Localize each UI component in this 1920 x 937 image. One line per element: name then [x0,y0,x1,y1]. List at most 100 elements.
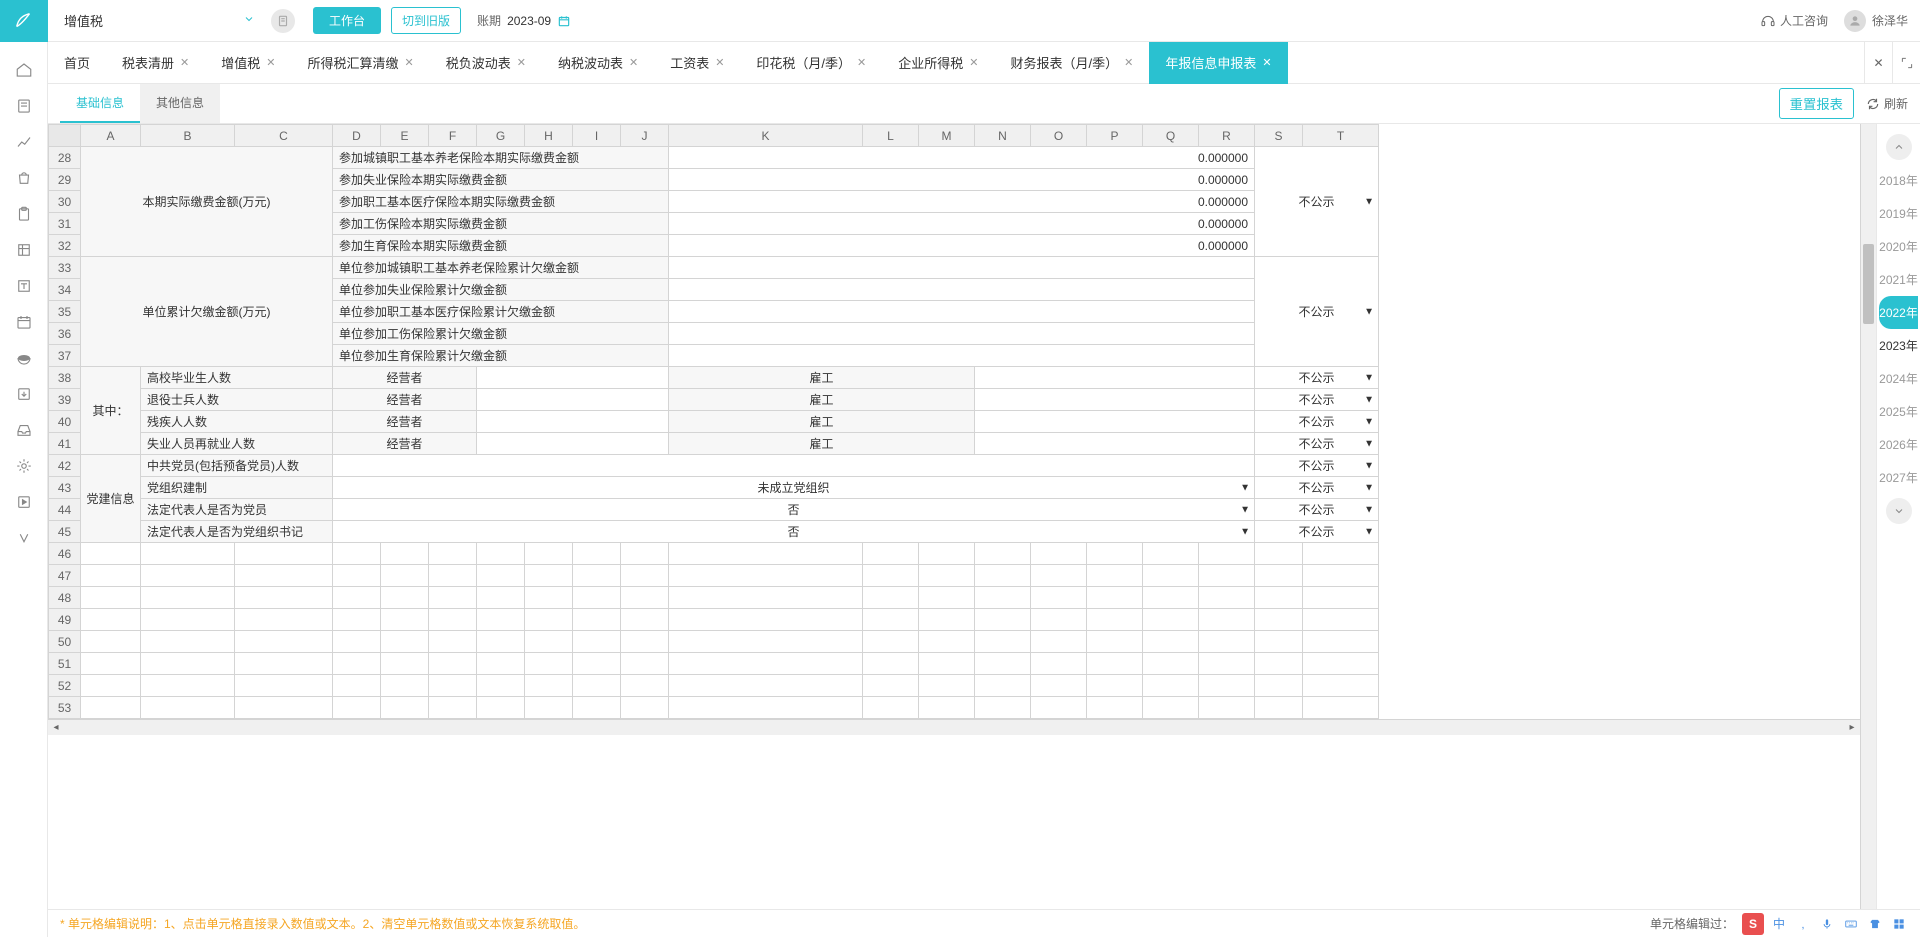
user-menu[interactable]: 徐泽华 [1844,10,1908,32]
switch-version-button[interactable]: 切到旧版 [391,7,461,34]
calendar-icon[interactable] [557,14,571,28]
year-item[interactable]: 2023年 [1879,329,1918,362]
tab-close-icon[interactable]: ✕ [405,56,414,69]
tab-close-icon[interactable]: ✕ [629,56,638,69]
value-cell[interactable] [975,389,1255,411]
publish-cell[interactable]: 不公示▼ [1255,433,1379,455]
nav-chart-icon[interactable] [0,124,48,160]
nav-home-icon[interactable] [0,52,48,88]
value-cell[interactable]: 否▼ [333,521,1255,543]
spreadsheet[interactable]: ABCDEFGHIJKLMNOPQRST28本期实际缴费金额(万元)参加城镇职工… [48,124,1860,909]
ime-keyboard-icon[interactable] [1842,915,1860,933]
value-cell[interactable] [975,367,1255,389]
publish-cell[interactable]: 不公示▼ [1255,455,1379,477]
publish-cell[interactable]: 不公示▼ [1255,389,1379,411]
value-cell[interactable] [477,433,669,455]
tab-item[interactable]: 工资表✕ [654,42,740,84]
nav-calendar-icon[interactable] [0,304,48,340]
tab-close-icon[interactable]: ✕ [857,56,866,69]
reset-report-button[interactable]: 重置报表 [1779,88,1854,119]
value-cell[interactable] [669,345,1255,367]
tab-item[interactable]: 财务报表（月/季）✕ [995,42,1150,84]
tab-item[interactable]: 印花税（月/季）✕ [740,42,882,84]
nav-inbox-icon[interactable] [0,412,48,448]
tab-close-icon[interactable]: ✕ [715,56,724,69]
publish-cell[interactable]: 不公示▼ [1255,521,1379,543]
tab-close-icon[interactable]: ✕ [180,56,189,69]
value-cell[interactable]: 0.000000 [669,213,1255,235]
expand-icon[interactable] [1892,42,1920,84]
year-item[interactable]: 2021年 [1879,263,1918,296]
nav-t-icon[interactable] [0,268,48,304]
year-item[interactable]: 2019年 [1879,197,1918,230]
ime-mic-icon[interactable] [1818,915,1836,933]
vertical-scrollbar[interactable] [1860,124,1876,909]
value-cell[interactable]: 0.000000 [669,235,1255,257]
horizontal-scrollbar[interactable]: ◂▸ [48,719,1860,735]
nav-export-icon[interactable] [0,376,48,412]
value-cell[interactable] [333,455,1255,477]
year-down-icon[interactable] [1886,498,1912,524]
publish-cell[interactable]: 不公示▼ [1255,411,1379,433]
tab-item[interactable]: 年报信息申报表✕ [1149,42,1287,84]
tab-item[interactable]: 增值税✕ [205,42,291,84]
subtab-basic[interactable]: 基础信息 [60,84,140,123]
period-value[interactable]: 2023-09 [507,14,551,28]
value-cell[interactable] [477,367,669,389]
nav-bowl-icon[interactable] [0,340,48,376]
publish-cell[interactable]: 不公示▼ [1255,499,1379,521]
year-item[interactable]: 2027年 [1879,461,1918,494]
value-cell[interactable]: 0.000000 [669,147,1255,169]
nav-clipboard-icon[interactable] [0,196,48,232]
ime-toolbox-icon[interactable] [1890,915,1908,933]
company-selector[interactable]: 增值税 [64,11,103,30]
year-up-icon[interactable] [1886,134,1912,160]
value-cell[interactable] [477,389,669,411]
value-cell[interactable]: 未成立党组织▼ [333,477,1255,499]
value-cell[interactable]: 否▼ [333,499,1255,521]
ime-skin-icon[interactable] [1866,915,1884,933]
note-icon[interactable] [271,9,295,33]
tab-item[interactable]: 纳税波动表✕ [542,42,654,84]
ime-lang-icon[interactable]: 中 [1770,915,1788,933]
nav-bag-icon[interactable] [0,160,48,196]
tab-close-icon[interactable]: ✕ [1124,56,1133,69]
nav-v-icon[interactable] [0,520,48,556]
year-item[interactable]: 2018年 [1879,164,1918,197]
tab-close-icon[interactable]: ✕ [969,56,978,69]
consult-button[interactable]: 人工咨询 [1760,12,1828,29]
workspace-button[interactable]: 工作台 [313,7,381,34]
year-item[interactable]: 2020年 [1879,230,1918,263]
publish-cell[interactable]: 不公示▼ [1255,257,1379,367]
value-cell[interactable]: 0.000000 [669,169,1255,191]
tab-item[interactable]: 首页 [48,42,106,84]
tab-item[interactable]: 税表清册✕ [106,42,205,84]
value-cell[interactable] [975,433,1255,455]
tab-close-icon[interactable]: ✕ [1262,56,1271,69]
nav-form-icon[interactable] [0,232,48,268]
nav-settings-icon[interactable] [0,448,48,484]
tab-item[interactable]: 税负波动表✕ [430,42,542,84]
tab-close-icon[interactable]: ✕ [517,56,526,69]
company-dropdown-icon[interactable] [243,13,255,28]
year-item[interactable]: 2025年 [1879,395,1918,428]
value-cell[interactable] [669,323,1255,345]
tab-close-icon[interactable]: ✕ [266,56,275,69]
value-cell[interactable] [477,411,669,433]
value-cell[interactable] [669,257,1255,279]
tab-item[interactable]: 所得税汇算清缴✕ [291,42,429,84]
nav-play-icon[interactable] [0,484,48,520]
refresh-button[interactable]: 刷新 [1866,95,1908,112]
close-all-tabs-icon[interactable]: ✕ [1864,42,1892,84]
year-item[interactable]: 2024年 [1879,362,1918,395]
value-cell[interactable]: 0.000000 [669,191,1255,213]
value-cell[interactable] [669,279,1255,301]
value-cell[interactable] [975,411,1255,433]
ime-badge-icon[interactable]: S [1742,913,1764,935]
ime-punct-icon[interactable]: ‚ [1794,915,1812,933]
tab-item[interactable]: 企业所得税✕ [882,42,994,84]
subtab-other[interactable]: 其他信息 [140,84,220,123]
year-item[interactable]: 2026年 [1879,428,1918,461]
year-item[interactable]: 2022年 [1879,296,1918,329]
app-logo[interactable] [0,0,48,42]
